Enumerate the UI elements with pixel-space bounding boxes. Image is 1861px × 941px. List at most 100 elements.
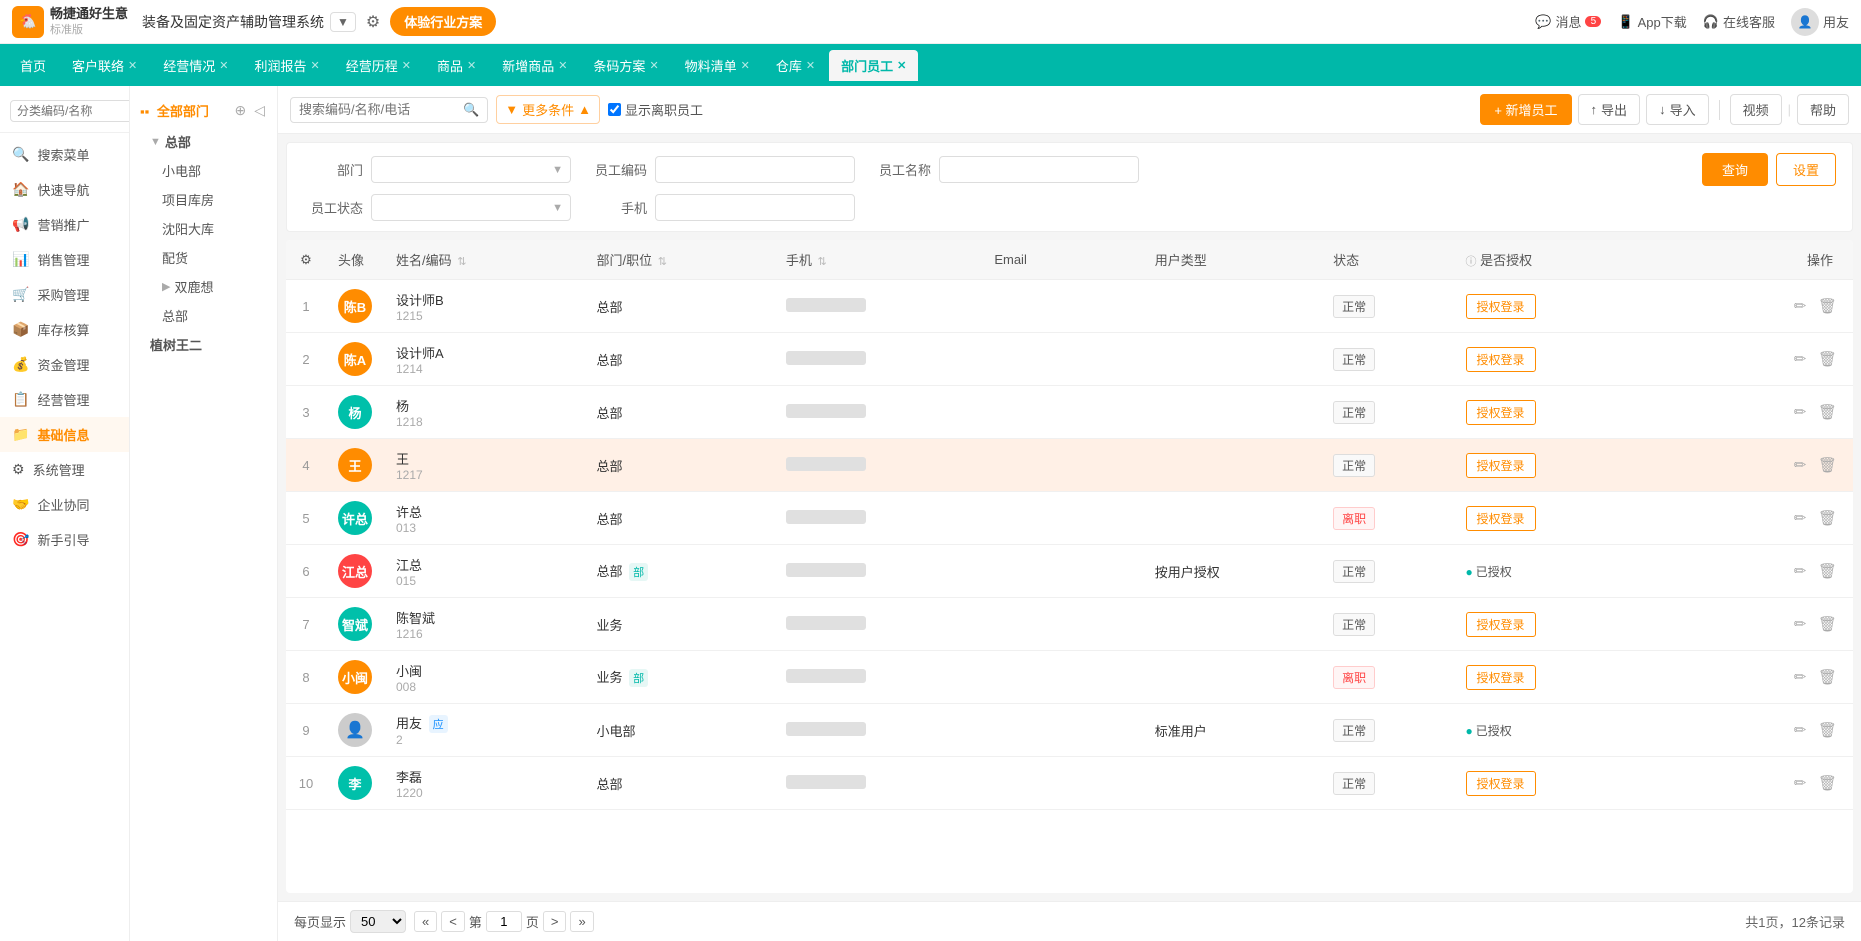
nav-close-icon[interactable]: ✕: [311, 59, 320, 72]
auth-btn[interactable]: 授权登录: [1466, 453, 1536, 478]
nav-item-新增商品[interactable]: 新增商品✕: [490, 50, 579, 81]
left-panel-collapse-btn[interactable]: ◁: [252, 100, 267, 121]
delete-btn[interactable]: 🗑: [1814, 719, 1841, 741]
tree-item-项目库房[interactable]: 项目库房: [130, 185, 277, 214]
tree-item-▶ 双鹿想[interactable]: ▶ 双鹿想: [130, 272, 277, 301]
delete-btn[interactable]: 🗑: [1814, 295, 1841, 317]
help-btn[interactable]: 帮助: [1797, 94, 1849, 125]
nav-item-首页[interactable]: 首页: [8, 50, 58, 81]
nav-item-物料清单[interactable]: 物料清单✕: [673, 50, 762, 81]
show-departed-checkbox[interactable]: 显示离职员工: [608, 100, 703, 119]
more-filter-btn[interactable]: ▼ 更多条件 ▲: [496, 95, 600, 124]
edit-btn[interactable]: ✏: [1790, 348, 1811, 370]
edit-btn[interactable]: ✏: [1790, 295, 1811, 317]
nav-close-icon[interactable]: ✕: [741, 59, 750, 72]
edit-btn[interactable]: ✏: [1790, 772, 1811, 794]
nav-item-经营历程[interactable]: 经营历程✕: [334, 50, 423, 81]
show-departed-input[interactable]: [608, 103, 621, 116]
sidebar-item-销售管理[interactable]: 📊销售管理: [0, 242, 129, 277]
video-btn[interactable]: 视频: [1730, 94, 1782, 125]
nav-close-icon[interactable]: ✕: [558, 59, 567, 72]
page-input[interactable]: [486, 911, 522, 932]
next-page-btn[interactable]: >: [543, 911, 567, 932]
auth-btn[interactable]: 授权登录: [1466, 400, 1536, 425]
tree-item-总部[interactable]: ▼ 总部: [130, 127, 277, 156]
add-employee-btn[interactable]: + 新增员工: [1480, 94, 1571, 125]
edit-btn[interactable]: ✏: [1790, 454, 1811, 476]
delete-btn[interactable]: 🗑: [1814, 666, 1841, 688]
nav-item-条码方案[interactable]: 条码方案✕: [581, 50, 670, 81]
nav-close-icon[interactable]: ✕: [402, 59, 411, 72]
col-phone-header[interactable]: 手机 ⇅: [774, 240, 983, 280]
import-btn[interactable]: ↓ 导入: [1646, 94, 1709, 125]
nav-item-经营情况[interactable]: 经营情况✕: [151, 50, 240, 81]
nav-item-利润报告[interactable]: 利润报告✕: [242, 50, 331, 81]
tree-item-配货[interactable]: 配货: [130, 243, 277, 272]
delete-btn[interactable]: 🗑: [1814, 507, 1841, 529]
filter-phone-input[interactable]: [655, 194, 855, 221]
trial-btn[interactable]: 体验行业方案: [390, 7, 496, 36]
sidebar-item-营销推广[interactable]: 📢营销推广: [0, 207, 129, 242]
export-btn[interactable]: ↑ 导出: [1578, 94, 1641, 125]
per-page-select[interactable]: 10 20 50 100: [350, 910, 406, 933]
nav-item-仓库[interactable]: 仓库✕: [764, 50, 827, 81]
filter-emp-name-input[interactable]: [939, 156, 1139, 183]
system-dropdown-btn[interactable]: ▼: [330, 12, 356, 32]
search-input[interactable]: [299, 102, 459, 117]
first-page-btn[interactable]: «: [414, 911, 437, 932]
nav-close-icon[interactable]: ✕: [467, 59, 476, 72]
user-area[interactable]: 👤 用友: [1791, 8, 1849, 36]
reset-btn[interactable]: 设置: [1776, 153, 1836, 186]
delete-btn[interactable]: 🗑: [1814, 348, 1841, 370]
online-service-btn[interactable]: 🎧 在线客服: [1703, 12, 1775, 31]
sidebar-item-企业协同[interactable]: 🤝企业协同: [0, 487, 129, 522]
prev-page-btn[interactable]: <: [441, 911, 465, 932]
col-name-header[interactable]: 姓名/编码 ⇅: [384, 240, 584, 280]
tree-item-小电部[interactable]: 小电部: [130, 156, 277, 185]
auth-btn[interactable]: 授权登录: [1466, 347, 1536, 372]
nav-close-icon[interactable]: ✕: [219, 59, 228, 72]
sidebar-item-资金管理[interactable]: 💰资金管理: [0, 347, 129, 382]
query-btn[interactable]: 查询: [1702, 153, 1768, 186]
auth-btn[interactable]: 授权登录: [1466, 665, 1536, 690]
nav-item-部门员工[interactable]: 部门员工✕: [829, 50, 918, 81]
sidebar-item-搜索菜单[interactable]: 🔍搜索菜单: [0, 137, 129, 172]
edit-btn[interactable]: ✏: [1790, 719, 1811, 741]
nav-item-商品[interactable]: 商品✕: [425, 50, 488, 81]
left-panel-add-btn[interactable]: ⊕: [232, 100, 248, 121]
sidebar-item-经营管理[interactable]: 📋经营管理: [0, 382, 129, 417]
message-btn[interactable]: 💬 消息 5: [1535, 12, 1601, 31]
edit-btn[interactable]: ✏: [1790, 401, 1811, 423]
filter-emp-code-input[interactable]: [655, 156, 855, 183]
sidebar-item-快速导航[interactable]: 🏠快速导航: [0, 172, 129, 207]
search-icon[interactable]: 🔍: [463, 102, 479, 118]
auth-btn[interactable]: 授权登录: [1466, 506, 1536, 531]
edit-btn[interactable]: ✏: [1790, 507, 1811, 529]
delete-btn[interactable]: 🗑: [1814, 772, 1841, 794]
auth-btn[interactable]: 授权登录: [1466, 771, 1536, 796]
nav-close-icon[interactable]: ✕: [128, 59, 137, 72]
delete-btn[interactable]: 🗑: [1814, 613, 1841, 635]
filter-dept-select[interactable]: [371, 156, 571, 183]
nav-item-客户联络[interactable]: 客户联络✕: [60, 50, 149, 81]
tree-item-沈阳大库[interactable]: 沈阳大库: [130, 214, 277, 243]
edit-btn[interactable]: ✏: [1790, 613, 1811, 635]
delete-btn[interactable]: 🗑: [1814, 454, 1841, 476]
auth-btn[interactable]: 授权登录: [1466, 612, 1536, 637]
nav-close-icon[interactable]: ✕: [806, 59, 815, 72]
nav-close-icon[interactable]: ✕: [897, 59, 906, 72]
auth-btn[interactable]: 授权登录: [1466, 294, 1536, 319]
delete-btn[interactable]: 🗑: [1814, 401, 1841, 423]
sidebar-item-库存核算[interactable]: 📦库存核算: [0, 312, 129, 347]
app-download-btn[interactable]: 📱 App下载: [1617, 12, 1686, 31]
sidebar-item-系统管理[interactable]: ⚙系统管理: [0, 452, 129, 487]
sidebar-item-新手引导[interactable]: 🎯新手引导: [0, 522, 129, 557]
settings-btn[interactable]: ⚙: [362, 8, 384, 36]
last-page-btn[interactable]: »: [570, 911, 593, 932]
col-settings[interactable]: ⚙: [286, 240, 326, 280]
col-dept-header[interactable]: 部门/职位 ⇅: [584, 240, 773, 280]
sidebar-search-input[interactable]: [10, 100, 130, 122]
sidebar-item-采购管理[interactable]: 🛒采购管理: [0, 277, 129, 312]
edit-btn[interactable]: ✏: [1790, 560, 1811, 582]
edit-btn[interactable]: ✏: [1790, 666, 1811, 688]
